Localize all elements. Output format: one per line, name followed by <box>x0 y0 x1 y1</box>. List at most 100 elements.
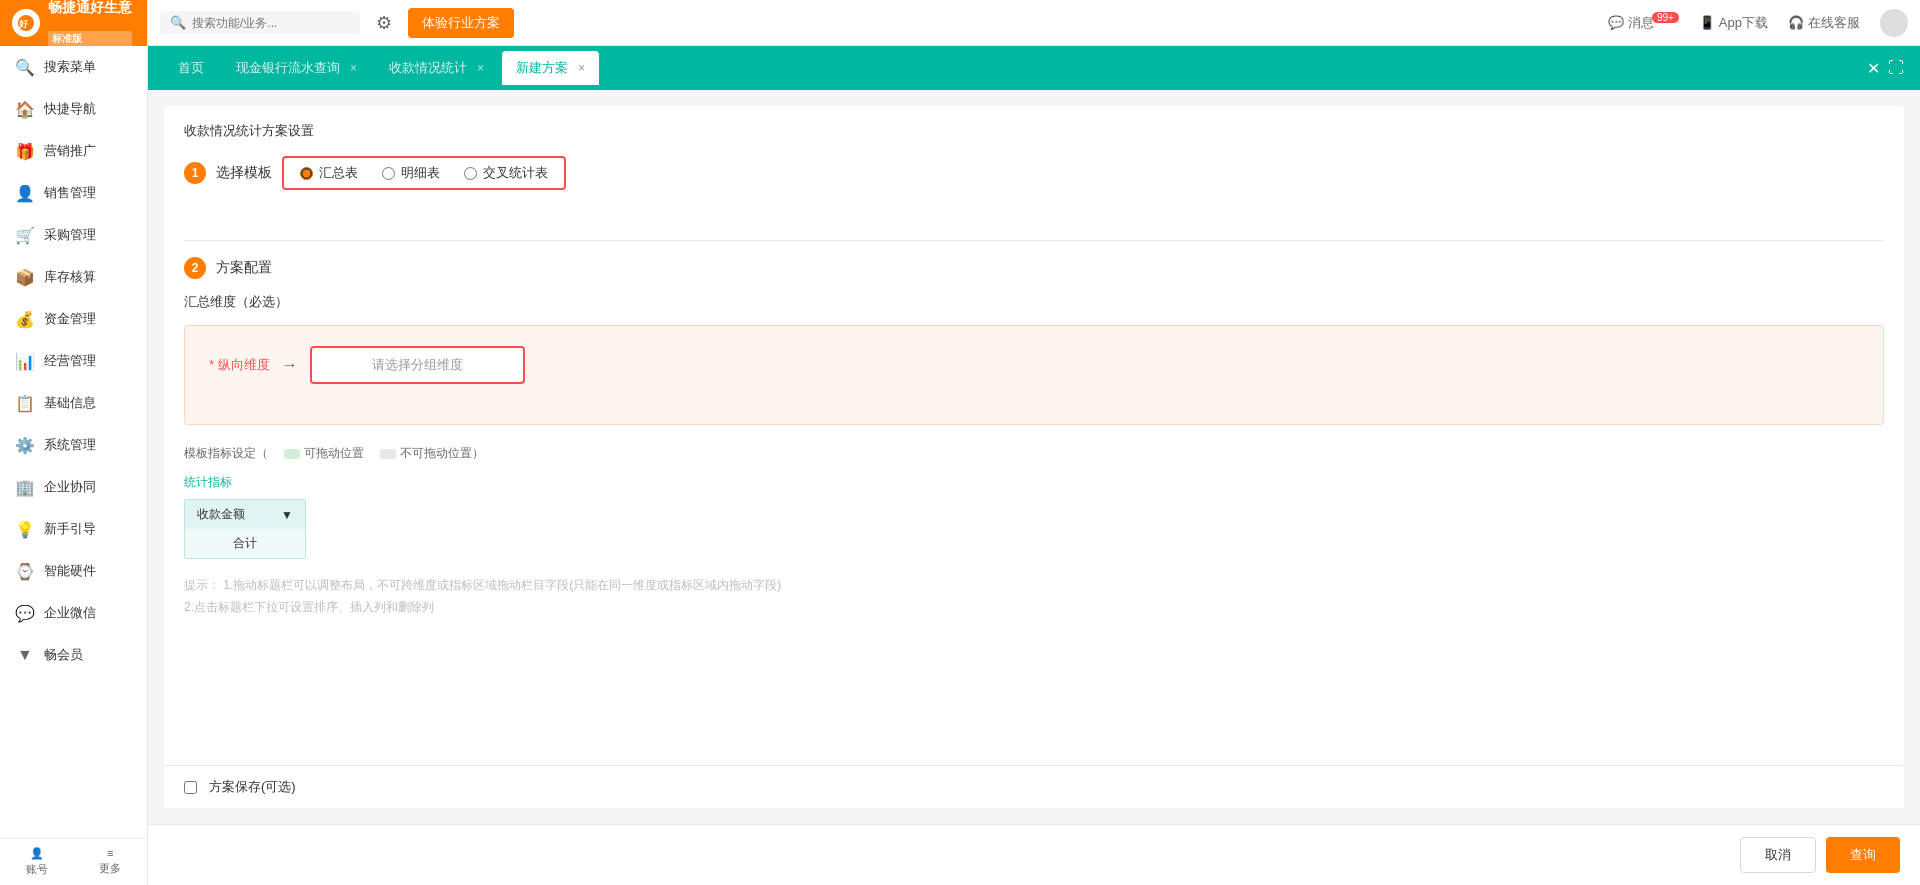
sidebar-item-inventory[interactable]: 📦 库存核算 <box>0 256 147 298</box>
step1-label: 选择模板 <box>216 164 272 182</box>
radio-summary[interactable]: 汇总表 <box>300 164 358 182</box>
settings-icon[interactable]: ⚙ <box>376 12 392 34</box>
sidebar-item-marketing[interactable]: 🎁 营销推广 <box>0 130 147 172</box>
save-checkbox[interactable] <box>184 781 197 794</box>
step2-label: 方案配置 <box>216 259 272 277</box>
logo-text: 畅捷通好生意 <box>48 0 132 17</box>
radio-detail-input[interactable] <box>382 167 395 180</box>
sidebar-item-label: 企业协同 <box>44 478 96 496</box>
chart-icon: 📊 <box>16 352 34 370</box>
sidebar-item-label: 搜索菜单 <box>44 58 96 76</box>
sidebar-tag: 标准版 <box>48 31 132 47</box>
sidebar-avatar-icon: 👤 <box>30 847 44 860</box>
sidebar-item-label: 企业微信 <box>44 604 96 622</box>
radio-summary-input[interactable] <box>300 167 313 180</box>
step1-number: 1 <box>184 162 206 184</box>
app-download-item[interactable]: 📱 App下载 <box>1699 14 1768 32</box>
tab-close-all-icon[interactable]: ✕ <box>1867 59 1880 78</box>
tab-collection-stat-label: 收款情况统计 <box>389 59 467 77</box>
tab-bank-flow[interactable]: 现金银行流水查询 × <box>222 51 371 85</box>
template-radio-group: 汇总表 明细表 交叉统计表 <box>282 156 566 190</box>
sidebar-item-operations[interactable]: 📊 经营管理 <box>0 340 147 382</box>
message-item[interactable]: 💬 消息 99+ <box>1608 14 1679 32</box>
sidebar-item-label: 营销推广 <box>44 142 96 160</box>
industry-plan-button[interactable]: 体验行业方案 <box>408 8 514 38</box>
topbar: 🔍 ⚙ 体验行业方案 💬 消息 99+ 📱 App下载 🎧 在线客服 <box>148 0 1920 46</box>
radio-cross-label: 交叉统计表 <box>483 164 548 182</box>
sidebar-item-label: 经营管理 <box>44 352 96 370</box>
home-icon: 🏠 <box>16 100 34 118</box>
building-icon: 🏢 <box>16 478 34 496</box>
sidebar-item-basic-info[interactable]: 📋 基础信息 <box>0 382 147 424</box>
doc-icon: 📋 <box>16 394 34 412</box>
tab-new-plan-label: 新建方案 <box>516 59 568 77</box>
topbar-search-icon: 🔍 <box>170 15 186 30</box>
dim-select-button[interactable]: 请选择分组维度 <box>310 346 525 384</box>
cancel-button[interactable]: 取消 <box>1740 837 1816 873</box>
search-input[interactable] <box>192 16 342 30</box>
tab-new-plan-close[interactable]: × <box>578 61 585 75</box>
main-area: 🔍 ⚙ 体验行业方案 💬 消息 99+ 📱 App下载 🎧 在线客服 首页 <box>148 0 1920 885</box>
sidebar-item-member[interactable]: ▼ 畅会员 <box>0 634 147 676</box>
tab-home-label: 首页 <box>178 59 204 77</box>
stat-dropdown-icon[interactable]: ▼ <box>281 508 293 522</box>
lightbulb-icon: 💡 <box>16 520 34 538</box>
sidebar-item-label: 基础信息 <box>44 394 96 412</box>
section-divider <box>184 240 1884 241</box>
step2-number: 2 <box>184 257 206 279</box>
service-item[interactable]: 🎧 在线客服 <box>1788 14 1860 32</box>
gift-icon: 🎁 <box>16 142 34 160</box>
service-label: 在线客服 <box>1808 14 1860 32</box>
query-button[interactable]: 查询 <box>1826 837 1900 873</box>
watch-icon: ⌚ <box>16 562 34 580</box>
topbar-right: 💬 消息 99+ 📱 App下载 🎧 在线客服 <box>1608 9 1908 37</box>
sidebar-item-guide[interactable]: 💡 新手引导 <box>0 508 147 550</box>
message-label: 消息 <box>1628 14 1654 32</box>
radio-detail[interactable]: 明细表 <box>382 164 440 182</box>
save-label: 方案保存(可选) <box>209 778 296 796</box>
radio-cross-input[interactable] <box>464 167 477 180</box>
member-icon: ▼ <box>16 646 34 664</box>
dim-row-label: 纵向维度 <box>209 356 270 374</box>
sidebar-item-sales[interactable]: 👤 销售管理 <box>0 172 147 214</box>
sidebar-item-search-menu[interactable]: 🔍 搜索菜单 <box>0 46 147 88</box>
tab-home[interactable]: 首页 <box>164 51 218 85</box>
tips-section: 提示： 1.拖动标题栏可以调整布局，不可跨维度或指标区域拖动栏目字段(只能在同一… <box>184 575 1884 618</box>
sidebar-more-icon: ≡ <box>107 847 113 859</box>
stat-table-header[interactable]: 收款金额 ▼ <box>185 500 305 529</box>
radio-cross[interactable]: 交叉统计表 <box>464 164 548 182</box>
sidebar-item-enterprise[interactable]: 🏢 企业协同 <box>0 466 147 508</box>
sidebar-item-label: 采购管理 <box>44 226 96 244</box>
sidebar-item-hardware[interactable]: ⌚ 智能硬件 <box>0 550 147 592</box>
tab-bank-flow-close[interactable]: × <box>350 61 357 75</box>
sidebar-item-purchase[interactable]: 🛒 采购管理 <box>0 214 147 256</box>
wechat-icon: 💬 <box>16 604 34 622</box>
action-bar: 取消 查询 <box>148 824 1920 885</box>
sidebar-item-quick-nav[interactable]: 🏠 快捷导航 <box>0 88 147 130</box>
message-badge: 99+ <box>1652 12 1679 23</box>
no-drag-indicator-box <box>380 449 396 459</box>
tab-collection-stat[interactable]: 收款情况统计 × <box>375 51 498 85</box>
sidebar-item-label: 库存核算 <box>44 268 96 286</box>
no-drag-badge: 不可拖动位置） <box>380 445 484 462</box>
sidebar-bottom: 👤 账号 ≡ 更多 <box>0 838 147 885</box>
tab-new-plan[interactable]: 新建方案 × <box>502 51 599 85</box>
sidebar-bottom-right[interactable]: ≡ 更多 <box>99 847 121 877</box>
content-card: 收款情况统计方案设置 1 选择模板 汇总表 明细表 <box>164 106 1904 765</box>
sidebar-logo: 好 畅捷通好生意 标准版 <box>0 0 147 46</box>
sidebar-bottom-left[interactable]: 👤 账号 <box>26 847 48 877</box>
tab-expand-icon[interactable]: ⛶ <box>1888 59 1904 77</box>
tab-collection-stat-close[interactable]: × <box>477 61 484 75</box>
sidebar-item-system[interactable]: ⚙️ 系统管理 <box>0 424 147 466</box>
box-icon: 📦 <box>16 268 34 286</box>
user-avatar[interactable] <box>1880 9 1908 37</box>
page-title: 收款情况统计方案设置 <box>184 122 1884 140</box>
service-icon: 🎧 <box>1788 15 1804 30</box>
sidebar-item-wechat[interactable]: 💬 企业微信 <box>0 592 147 634</box>
indicator-settings: 模板指标设定（ 可拖动位置 不可拖动位置） 统计指标 <box>184 445 1884 559</box>
sidebar-item-finance[interactable]: 💰 资金管理 <box>0 298 147 340</box>
tip-1: 提示： 1.拖动标题栏可以调整布局，不可跨维度或指标区域拖动栏目字段(只能在同一… <box>184 575 1884 597</box>
stat-col-header: 收款金额 <box>197 506 245 523</box>
money-icon: 💰 <box>16 310 34 328</box>
search-box[interactable]: 🔍 <box>160 11 360 34</box>
